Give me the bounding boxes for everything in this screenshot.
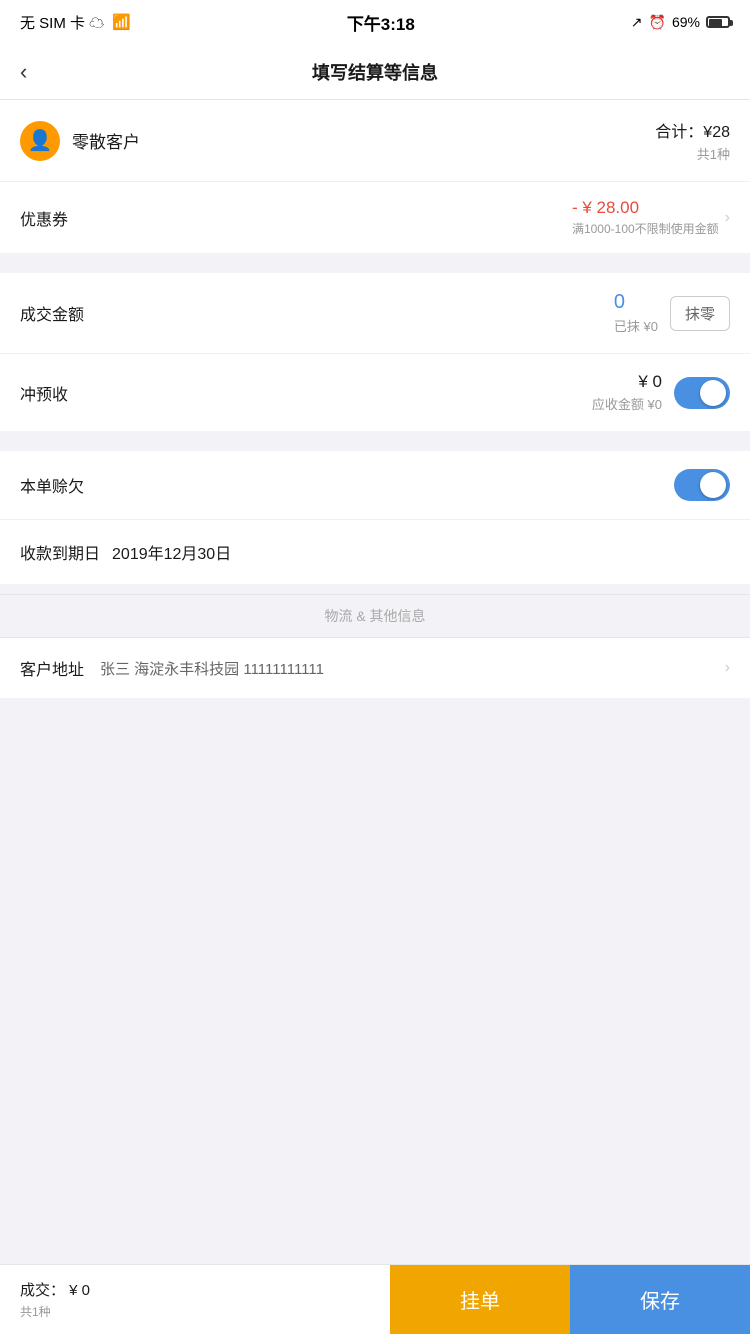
debt-row: 本单赊欠	[0, 451, 750, 520]
debt-section: 本单赊欠 收款到期日 2019年12月30日	[0, 451, 750, 584]
prepayment-row: 冲预收 ¥ 0 应收金额 ¥0	[0, 354, 750, 431]
separator-1	[0, 263, 750, 273]
customer-left: 👤 零散客户	[20, 121, 140, 161]
battery-percent: 69%	[672, 14, 700, 30]
transaction-right: 0 已抹 ¥0 抹零	[614, 291, 730, 335]
page-title: 填写结算等信息	[312, 59, 438, 85]
transaction-section: 成交金额 0 已抹 ¥0 抹零 冲预收 ¥ 0 应收金额 ¥0	[0, 273, 750, 431]
status-right: ↗ ⏰ 69%	[631, 14, 730, 31]
bottom-deal: 成交： ¥ 0	[20, 1279, 370, 1300]
prepayment-toggle[interactable]	[674, 377, 730, 409]
customer-total: 合计：¥28	[655, 118, 730, 142]
customer-row: 👤 零散客户 合计：¥28 共1种	[0, 100, 750, 181]
status-time: 下午3:18	[347, 10, 415, 35]
toggle-knob	[700, 380, 726, 406]
status-left: 无 SIM 卡 ☁ 📶	[20, 12, 131, 33]
hold-button[interactable]: 挂单	[390, 1265, 570, 1334]
already-text: 已抹 ¥0	[614, 316, 658, 335]
back-button[interactable]: ‹	[20, 59, 27, 85]
wifi-icon: 📶	[112, 13, 131, 31]
save-button[interactable]: 保存	[570, 1265, 750, 1334]
coupon-desc: 满1000-100不限制使用金额	[572, 220, 719, 237]
debt-toggle-knob	[700, 472, 726, 498]
nav-bar: ‹ 填写结算等信息	[0, 44, 750, 100]
avatar-icon: 👤	[28, 128, 53, 153]
battery-icon	[706, 16, 730, 28]
coupon-label: 优惠券	[20, 206, 68, 230]
coupon-chevron: ›	[725, 209, 730, 227]
prepayment-label: 冲预收	[20, 381, 68, 405]
address-chevron: ›	[725, 659, 730, 677]
debt-toggle[interactable]	[674, 469, 730, 501]
coupon-amount: - ¥ 28.00	[572, 198, 719, 218]
due-date-row: 收款到期日 2019年12月30日	[0, 520, 750, 584]
customer-name: 零散客户	[72, 128, 140, 153]
customer-section: 👤 零散客户 合计：¥28 共1种 优惠券 - ¥ 28.00 满1000-10…	[0, 100, 750, 253]
alarm-icon: ⏰	[649, 14, 666, 31]
due-date-value: 2019年12月30日	[112, 540, 231, 564]
coupon-row[interactable]: 优惠券 - ¥ 28.00 满1000-100不限制使用金额 ›	[0, 181, 750, 253]
divider-text: 物流 & 其他信息	[324, 606, 425, 626]
customer-right: 合计：¥28 共1种	[655, 118, 730, 163]
sim-label: 无 SIM 卡 ☁	[20, 12, 104, 33]
customer-count: 共1种	[655, 144, 730, 163]
due-date-label: 收款到期日	[20, 540, 100, 564]
avatar: 👤	[20, 121, 60, 161]
separator-2	[0, 441, 750, 451]
prepayment-amount-block: ¥ 0 应收金额 ¥0	[592, 372, 662, 413]
round-button[interactable]: 抹零	[670, 296, 730, 331]
prepayment-amount: ¥ 0	[592, 372, 662, 392]
transaction-value: 0	[614, 291, 658, 314]
location-icon: ↗	[631, 14, 643, 31]
bottom-count: 共1种	[20, 1303, 370, 1320]
status-bar: 无 SIM 卡 ☁ 📶 下午3:18 ↗ ⏰ 69%	[0, 0, 750, 44]
prepayment-sub: 应收金额 ¥0	[592, 394, 662, 413]
bottom-summary: 成交： ¥ 0 共1种	[0, 1265, 390, 1334]
prepayment-right: ¥ 0 应收金额 ¥0	[592, 372, 730, 413]
address-label: 客户地址	[20, 656, 90, 680]
address-value: 张三 海淀永丰科技园 11111111111	[100, 658, 725, 679]
logistics-divider: 物流 & 其他信息	[0, 594, 750, 638]
transaction-amount-row: 成交金额 0 已抹 ¥0 抹零	[0, 273, 750, 354]
debt-label: 本单赊欠	[20, 473, 84, 497]
transaction-label: 成交金额	[20, 301, 84, 325]
address-row[interactable]: 客户地址 张三 海淀永丰科技园 11111111111 ›	[0, 638, 750, 698]
bottom-bar: 成交： ¥ 0 共1种 挂单 保存	[0, 1264, 750, 1334]
